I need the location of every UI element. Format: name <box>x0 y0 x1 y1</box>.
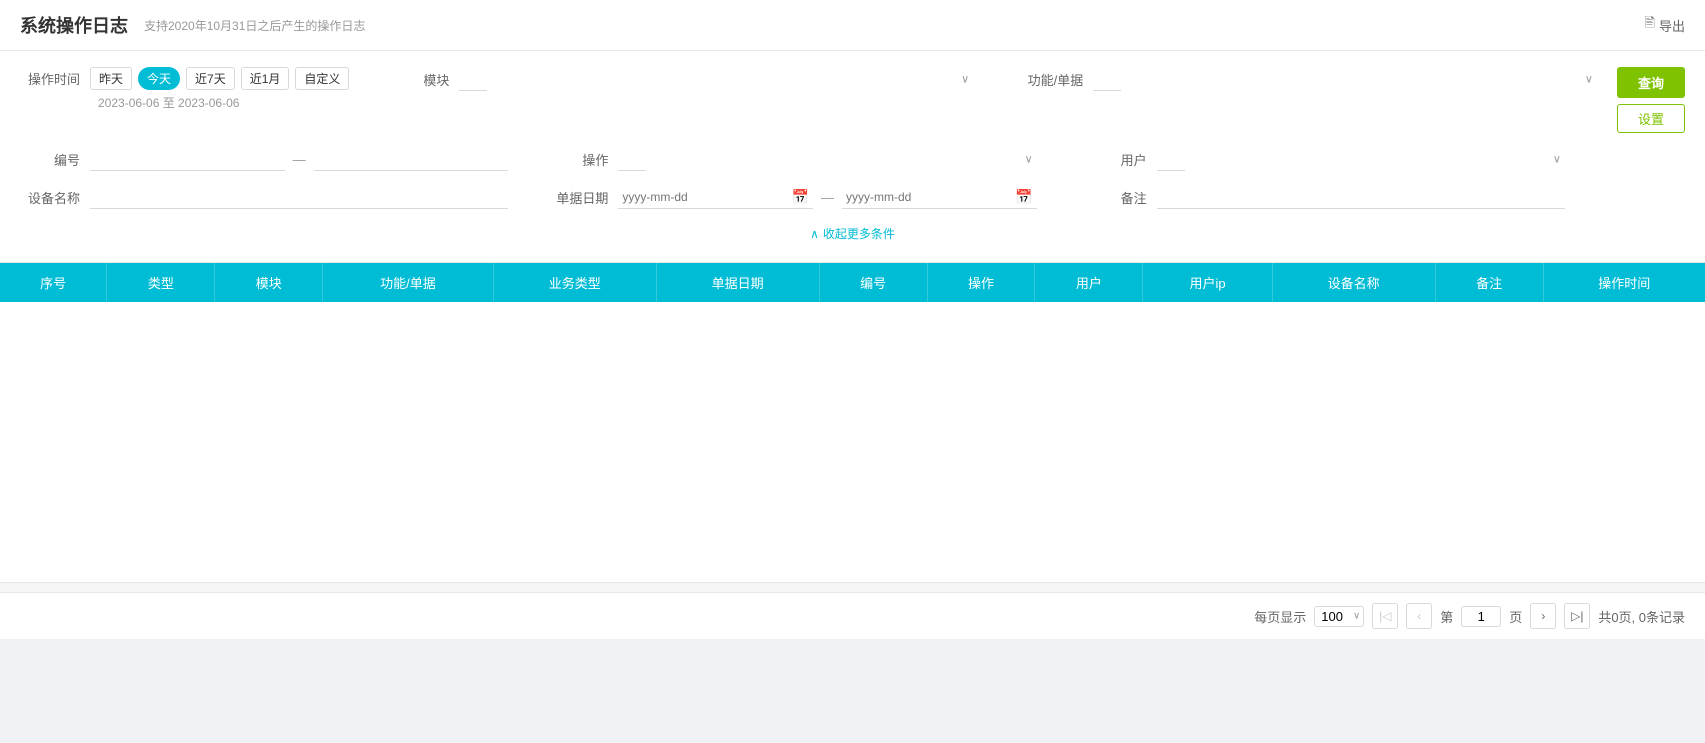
col-user-ip: 用户ip <box>1143 263 1272 302</box>
remark-input[interactable] <box>1157 185 1565 209</box>
col-number: 编号 <box>819 263 927 302</box>
first-page-button[interactable]: |◁ <box>1372 603 1398 629</box>
date-start-wrapper: 📅 <box>618 186 813 209</box>
col-func: 功能/单据 <box>323 263 494 302</box>
col-module: 模块 <box>215 263 323 302</box>
time-btn-yesterday[interactable]: 昨天 <box>90 67 132 90</box>
page-suffix: 页 <box>1509 607 1522 626</box>
horizontal-scrollbar[interactable] <box>0 582 1705 592</box>
filter-panel: 操作时间 昨天 今天 近7天 近1月 自定义 2023-06-06 至 2023… <box>0 51 1705 263</box>
col-type: 类型 <box>107 263 215 302</box>
col-index: 序号 <box>0 263 107 302</box>
chevron-up-icon: ∧ <box>810 227 819 241</box>
time-btn-1month[interactable]: 近1月 <box>241 67 290 90</box>
func-label: 功能/单据 <box>1013 70 1093 89</box>
last-page-button[interactable]: ▷| <box>1564 603 1590 629</box>
query-button[interactable]: 查询 <box>1617 67 1685 98</box>
date-start-input[interactable] <box>618 186 813 209</box>
time-btn-custom[interactable]: 自定义 <box>295 67 349 90</box>
collapse-label: 收起更多条件 <box>823 225 895 242</box>
user-label: 用户 <box>1077 150 1157 169</box>
page-number-input[interactable] <box>1461 606 1501 627</box>
calendar-end-icon[interactable]: 📅 <box>1015 189 1032 206</box>
col-biz-type: 业务类型 <box>493 263 656 302</box>
collapse-bar[interactable]: ∧ 收起更多条件 <box>20 217 1685 246</box>
time-btn-7days[interactable]: 近7天 <box>186 67 235 90</box>
col-voucher-date: 单据日期 <box>656 263 819 302</box>
total-info: 共0页, 0条记录 <box>1598 607 1685 626</box>
col-operation: 操作 <box>927 263 1035 302</box>
settings-button[interactable]: 设置 <box>1617 104 1685 133</box>
table-header-row: 序号 类型 模块 功能/单据 业务类型 单据日期 编号 操作 用户 用户ip 设… <box>0 263 1705 302</box>
col-remark: 备注 <box>1435 263 1543 302</box>
time-buttons: 昨天 今天 近7天 近1月 自定义 <box>90 67 349 90</box>
export-icon: 🖹 <box>1645 14 1655 36</box>
operation-select[interactable] <box>618 147 646 171</box>
col-op-time: 操作时间 <box>1543 263 1705 302</box>
number-label: 编号 <box>20 150 90 169</box>
device-label: 设备名称 <box>20 188 90 207</box>
prev-page-button[interactable]: ‹ <box>1406 603 1432 629</box>
module-select[interactable] <box>459 67 487 91</box>
device-input[interactable] <box>90 185 508 209</box>
time-range: 2023-06-06 至 2023-06-06 <box>98 96 239 110</box>
per-page-select[interactable]: 10 20 50 100 200 <box>1314 606 1364 627</box>
table-section: 序号 类型 模块 功能/单据 业务类型 单据日期 编号 操作 用户 用户ip 设… <box>0 263 1705 582</box>
page-subtitle: 支持2020年10月31日之后产生的操作日志 <box>144 17 365 34</box>
page-label: 第 <box>1440 607 1453 626</box>
calendar-start-icon[interactable]: 📅 <box>792 189 809 206</box>
time-label: 操作时间 <box>20 69 90 88</box>
page-title: 系统操作日志 <box>20 12 128 38</box>
user-select[interactable] <box>1157 147 1185 171</box>
next-page-button[interactable]: › <box>1530 603 1556 629</box>
remark-label: 备注 <box>1077 188 1157 207</box>
voucher-date-label: 单据日期 <box>548 188 618 207</box>
number-input-end[interactable] <box>314 147 509 171</box>
date-end-input[interactable] <box>842 186 1037 209</box>
footer-bar: 每页显示 10 20 50 100 200 |◁ ‹ 第 页 › ▷| 共0页,… <box>0 592 1705 639</box>
number-dash: — <box>285 152 314 167</box>
per-page-wrapper: 10 20 50 100 200 <box>1314 606 1364 627</box>
export-button[interactable]: 🖹 导出 <box>1645 14 1685 36</box>
per-page-label: 每页显示 <box>1254 607 1306 626</box>
page-header: 系统操作日志 支持2020年10月31日之后产生的操作日志 🖹 导出 <box>0 0 1705 51</box>
operation-label: 操作 <box>548 150 618 169</box>
module-label: 模块 <box>389 70 459 89</box>
empty-area <box>0 302 1705 582</box>
date-dash: — <box>813 190 842 205</box>
action-buttons: 查询 设置 <box>1617 67 1685 133</box>
col-device: 设备名称 <box>1272 263 1435 302</box>
func-select[interactable] <box>1093 67 1121 91</box>
time-btn-today[interactable]: 今天 <box>138 67 180 90</box>
date-end-wrapper: 📅 <box>842 186 1037 209</box>
data-table: 序号 类型 模块 功能/单据 业务类型 单据日期 编号 操作 用户 用户ip 设… <box>0 263 1705 302</box>
col-user: 用户 <box>1035 263 1143 302</box>
number-input-start[interactable] <box>90 147 285 171</box>
